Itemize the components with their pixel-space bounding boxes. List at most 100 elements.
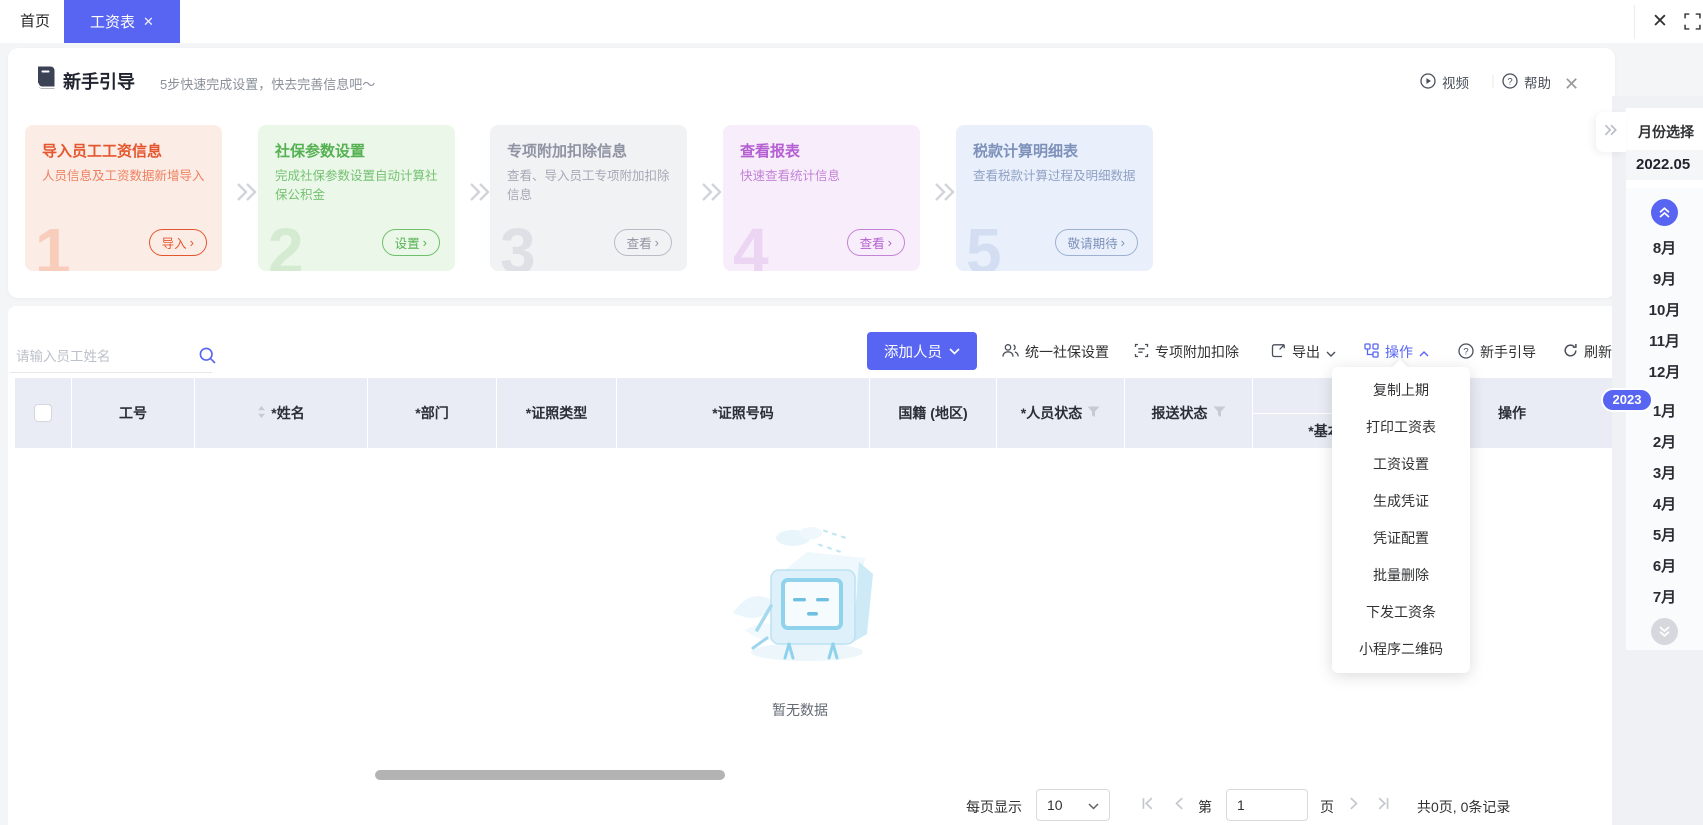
special-deduction-button[interactable]: 专项附加扣除 [1134, 338, 1239, 366]
double-chevron-icon [932, 181, 958, 208]
month-item[interactable]: 2月 [1626, 427, 1703, 458]
month-panel-header: 月份选择 2022.05 [1626, 108, 1703, 188]
refresh-button[interactable]: 刷新 [1563, 338, 1612, 366]
first-page-icon[interactable] [1140, 796, 1155, 816]
step-desc: 查看税款计算过程及明细数据 [973, 169, 1136, 183]
newbie-guide-label: 新手引导 [1480, 344, 1536, 360]
page-prefix-label: 第 [1198, 799, 1212, 815]
menu-item-mini-program-qr[interactable]: 小程序二维码 [1332, 631, 1470, 668]
refresh-label: 刷新 [1584, 344, 1612, 360]
video-button[interactable]: 视频 [1420, 72, 1469, 92]
pagination-summary: 共0页, 0条记录 [1417, 799, 1511, 815]
month-item[interactable]: 7月 [1626, 582, 1703, 613]
step-action-button[interactable]: 设置 [381, 229, 440, 256]
menu-item-generate-voucher[interactable]: 生成凭证 [1332, 483, 1470, 520]
header-id-type: *证照类型 [497, 378, 617, 448]
menu-item-copy-last[interactable]: 复制上期 [1332, 372, 1470, 409]
tab-salary-active[interactable]: 工资表 ✕ [64, 0, 180, 43]
last-page-icon[interactable] [1376, 796, 1391, 816]
help-button[interactable]: ? 帮助 [1502, 72, 1551, 92]
social-security-button[interactable]: 统一社保设置 [1002, 338, 1109, 366]
header-label: 国籍 (地区) [898, 405, 968, 421]
filter-icon[interactable] [1213, 405, 1226, 421]
book-icon [34, 65, 57, 95]
month-item[interactable]: 4月 [1626, 489, 1703, 520]
menu-item-print[interactable]: 打印工资表 [1332, 409, 1470, 446]
step-title: 社保参数设置 [275, 143, 366, 160]
filter-icon[interactable] [1087, 405, 1100, 421]
search-input[interactable] [10, 340, 212, 373]
help-label: 帮助 [1524, 76, 1551, 91]
menu-item-batch-delete[interactable]: 批量删除 [1332, 557, 1470, 594]
current-month: 2022.05 [1626, 150, 1703, 180]
topbar-divider [1634, 5, 1635, 39]
month-item[interactable]: 3月 [1626, 458, 1703, 489]
header-label: *人员状态 [1020, 405, 1083, 421]
page-number-input[interactable] [1227, 796, 1299, 814]
tab-home-label: 首页 [20, 13, 51, 30]
month-item[interactable]: 6月 [1626, 551, 1703, 582]
tab-close-icon[interactable]: ✕ [143, 14, 154, 30]
search-icon[interactable] [198, 346, 217, 370]
operations-icon [1364, 343, 1379, 361]
question-circle-icon: ? [1502, 72, 1518, 92]
month-item[interactable]: 9月 [1626, 264, 1703, 295]
menu-item-salary-settings[interactable]: 工资设置 [1332, 446, 1470, 483]
menu-item-voucher-config[interactable]: 凭证配置 [1332, 520, 1470, 557]
month-item[interactable]: 5月 [1626, 520, 1703, 551]
month-item[interactable]: 8月 [1626, 233, 1703, 264]
step-desc: 快速查看统计信息 [740, 169, 841, 183]
next-page-icon[interactable] [1346, 796, 1361, 816]
header-label: 操作 [1498, 405, 1526, 421]
step-title: 导入员工工资信息 [42, 143, 163, 160]
add-person-label: 添加人员 [884, 344, 942, 361]
step-card-social: 社保参数设置 完成社保参数设置自动计算社保公积金 2 设置 [258, 125, 455, 271]
banner-divider: ｜ [1486, 74, 1500, 90]
scroll-down-button[interactable] [1651, 618, 1678, 645]
banner-close-icon[interactable]: ✕ [1564, 74, 1579, 95]
export-button[interactable]: 导出 [1271, 338, 1336, 366]
svg-text:?: ? [1463, 346, 1468, 357]
month-item[interactable]: 12月 [1626, 357, 1703, 388]
step-number: 4 [733, 215, 769, 271]
step-action-button[interactable]: 导入 [148, 229, 207, 256]
chevron-down-icon [1326, 344, 1336, 360]
chevron-down-icon [949, 343, 960, 359]
step-title: 查看报表 [740, 143, 801, 160]
scroll-up-button[interactable] [1651, 199, 1678, 226]
step-action-button[interactable]: 查看 [846, 229, 905, 256]
select-all-checkbox[interactable] [34, 404, 52, 422]
add-person-button[interactable]: 添加人员 [867, 332, 977, 370]
export-icon [1271, 343, 1286, 361]
tab-home[interactable]: 首页 [12, 0, 58, 43]
step-number: 3 [500, 215, 536, 271]
step-action-button[interactable]: 敬请期待 [1054, 229, 1138, 256]
month-item[interactable]: 11月 [1626, 326, 1703, 357]
select-all-cell [15, 378, 72, 448]
window-expand-icon[interactable] [1684, 13, 1701, 35]
horizontal-scrollbar[interactable] [375, 770, 725, 780]
menu-item-send-payslip[interactable]: 下发工资条 [1332, 594, 1470, 631]
month-item[interactable]: 10月 [1626, 295, 1703, 326]
sort-icon[interactable] [257, 405, 266, 422]
window-close-icon[interactable]: ✕ [1646, 8, 1674, 36]
people-icon [1002, 343, 1019, 361]
prev-page-icon[interactable] [1172, 796, 1187, 816]
sidebar-collapse-tab[interactable] [1596, 112, 1626, 152]
year-badge: 2023 [1601, 388, 1653, 412]
step-action-label: 敬请期待 [1067, 237, 1118, 251]
header-label: *部门 [415, 405, 449, 421]
step-action-label: 设置 [394, 237, 420, 251]
header-label: *姓名 [271, 405, 305, 421]
per-page-select[interactable]: 10 [1036, 789, 1110, 821]
header-name: *姓名 [195, 378, 368, 448]
step-number: 5 [966, 215, 1002, 271]
header-label: 报送状态 [1151, 405, 1208, 421]
step-action-button[interactable]: 查看 [613, 229, 672, 256]
header-report-status: 报送状态 [1125, 378, 1253, 448]
export-label: 导出 [1292, 344, 1320, 360]
guide-subtitle: 5步快速完成设置，快去完善信息吧～ [160, 77, 376, 92]
header-nationality: 国籍 (地区) [870, 378, 997, 448]
step-number: 1 [35, 215, 71, 271]
newbie-guide-button[interactable]: ? 新手引导 [1458, 338, 1536, 366]
